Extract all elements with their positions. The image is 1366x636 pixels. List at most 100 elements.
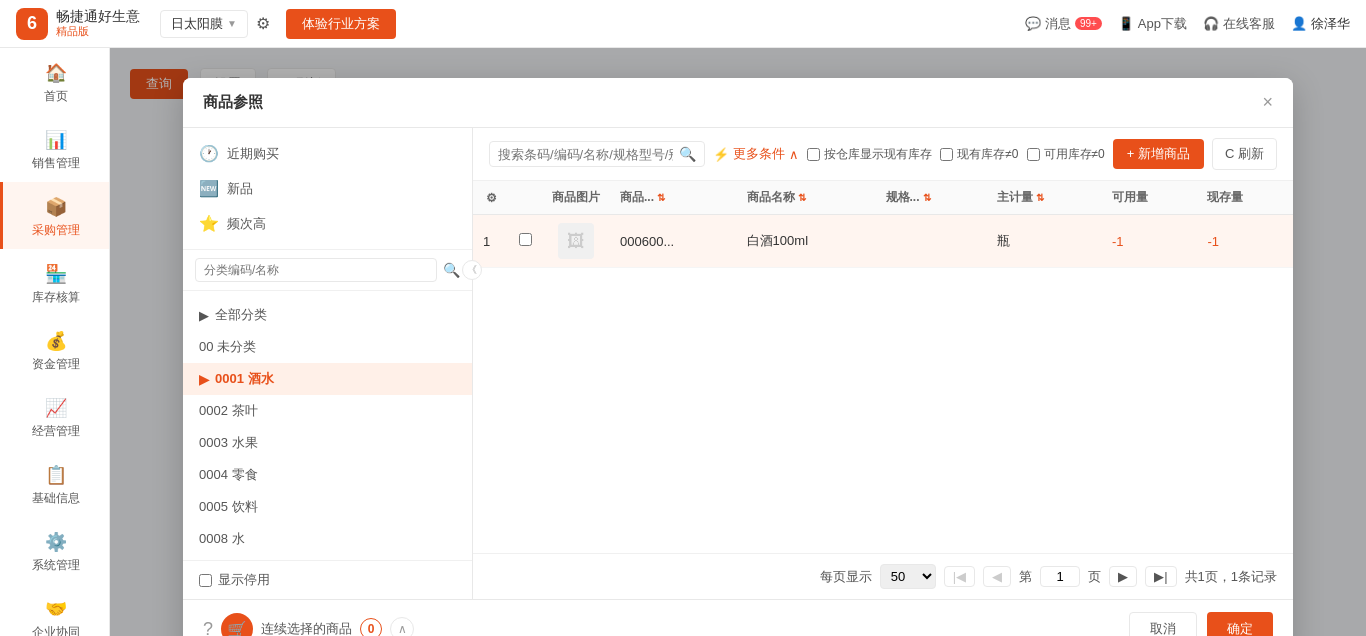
category-item-0[interactable]: 00 未分类 — [183, 331, 472, 363]
cancel-button[interactable]: 取消 — [1129, 612, 1197, 636]
brand-name: 畅捷通好生意 — [56, 8, 140, 25]
current-stock-checkbox[interactable] — [940, 148, 953, 161]
category-label-6: 0008 水 — [199, 530, 245, 548]
category-search-icon[interactable]: 🔍 — [443, 262, 460, 278]
filter-arrow-icon: ∧ — [789, 147, 799, 162]
per-page-select[interactable]: 50 100 200 — [880, 564, 936, 589]
logo: 6 畅捷通好生意 精品版 — [16, 8, 140, 40]
category-item-3[interactable]: 0003 水果 — [183, 427, 472, 459]
continuous-label: 连续选择的商品 — [261, 620, 352, 636]
page-label: 第 — [1019, 568, 1032, 586]
collapse-footer-button[interactable]: ∧ — [390, 617, 414, 636]
sidebar-item-system[interactable]: ⚙️ 系统管理 — [0, 517, 109, 584]
th-spec[interactable]: 规格... ⇅ — [876, 181, 988, 215]
logo-icon: 6 — [16, 8, 48, 40]
confirm-button[interactable]: 确定 — [1207, 612, 1273, 636]
available-stock-checkbox-label[interactable]: 可用库存≠0 — [1027, 146, 1105, 163]
prev-page-button[interactable]: ◀ — [983, 566, 1011, 587]
page-input[interactable] — [1040, 566, 1080, 587]
pagination: 每页显示 50 100 200 |◀ ◀ 第 页 ▶ — [473, 553, 1293, 599]
online-service-nav-item[interactable]: 🎧 在线客服 — [1203, 15, 1275, 33]
product-search-input[interactable] — [498, 147, 673, 162]
sidebar-item-purchase[interactable]: 📦 采购管理 — [0, 182, 109, 249]
sidebar-label-finance: 资金管理 — [32, 356, 80, 373]
sort-unit-icon: ⇅ — [1036, 192, 1044, 203]
continuous-count: 0 — [360, 618, 382, 636]
sidebar-item-management[interactable]: 📈 经营管理 — [0, 383, 109, 450]
td-available: -1 — [1102, 215, 1198, 268]
category-search: 🔍 — [183, 250, 472, 290]
avatar: 👤 — [1291, 16, 1307, 31]
help-icon[interactable]: ? — [203, 619, 213, 637]
home-icon: 🏠 — [45, 62, 67, 84]
settings-icon[interactable]: ⚙ — [256, 14, 270, 33]
panel-collapse-button[interactable]: 《 — [462, 260, 482, 280]
row-checkbox[interactable] — [519, 233, 532, 246]
category-label-0: 00 未分类 — [199, 338, 256, 356]
sidebar-item-home[interactable]: 🏠 首页 — [0, 48, 109, 115]
category-item-6[interactable]: 0008 水 — [183, 523, 472, 555]
category-label-2: 0002 茶叶 — [199, 402, 258, 420]
phone-icon: 📱 — [1118, 16, 1134, 31]
th-unit[interactable]: 主计量 ⇅ — [987, 181, 1102, 215]
sidebar-item-sales[interactable]: 📊 销售管理 — [0, 115, 109, 182]
category-item-5[interactable]: 0005 饮料 — [183, 491, 472, 523]
filter-button[interactable]: ⚡ 更多条件 ∧ — [713, 145, 799, 163]
sales-icon: 📊 — [45, 129, 67, 151]
warehouse-stock-checkbox-label[interactable]: 按仓库显示现有库存 — [807, 146, 932, 163]
td-name: 白酒100ml — [737, 215, 876, 268]
messages-nav-item[interactable]: 💬 消息 99+ — [1025, 15, 1102, 33]
available-stock-checkbox[interactable] — [1027, 148, 1040, 161]
sidebar-item-finance[interactable]: 💰 资金管理 — [0, 316, 109, 383]
modal-close-button[interactable]: × — [1262, 92, 1273, 113]
enterprise-icon: 🤝 — [45, 598, 67, 620]
th-code[interactable]: 商品... ⇅ — [610, 181, 737, 215]
right-panel: 🔍 ⚡ 更多条件 ∧ 按仓库显示现有库存 — [473, 128, 1293, 599]
td-checkbox[interactable] — [509, 215, 542, 268]
current-stock-checkbox-label[interactable]: 现有库存≠0 — [940, 146, 1018, 163]
category-item-2[interactable]: 0002 茶叶 — [183, 395, 472, 427]
sidebar-item-enterprise[interactable]: 🤝 企业协同 — [0, 584, 109, 636]
sidebar-item-basic[interactable]: 📋 基础信息 — [0, 450, 109, 517]
warehouse-stock-checkbox[interactable] — [807, 148, 820, 161]
modal-title: 商品参照 — [203, 93, 263, 112]
store-selector[interactable]: 日太阳膜 ▼ — [160, 10, 248, 38]
nav-recent-purchase[interactable]: 🕐 近期购买 — [183, 136, 472, 171]
modal-body: 🕐 近期购买 🆕 新品 ⭐ 频次高 — [183, 128, 1293, 599]
messages-label: 消息 — [1045, 15, 1071, 33]
sort-code-icon: ⇅ — [657, 192, 665, 203]
show-disabled-label: 显示停用 — [218, 571, 270, 589]
product-table-wrap: ⚙ 商品图片 商品... ⇅ 商品名称 — [473, 181, 1293, 553]
app-download-nav-item[interactable]: 📱 App下载 — [1118, 15, 1187, 33]
clock-icon: 🕐 — [199, 144, 219, 163]
sidebar-label-enterprise: 企业协同 — [32, 624, 80, 636]
category-item-1[interactable]: ▶ 0001 酒水 — [183, 363, 472, 395]
next-page-button[interactable]: ▶ — [1109, 566, 1137, 587]
sidebar-label-management: 经营管理 — [32, 423, 80, 440]
category-item-all[interactable]: ▶ 全部分类 — [183, 299, 472, 331]
first-page-button[interactable]: |◀ — [944, 566, 975, 587]
left-panel: 🕐 近期购买 🆕 新品 ⭐ 频次高 — [183, 128, 473, 599]
cart-button[interactable]: 🛒 — [221, 613, 253, 636]
last-page-button[interactable]: ▶| — [1145, 566, 1176, 587]
sidebar-item-inventory[interactable]: 🏪 库存核算 — [0, 249, 109, 316]
show-disabled-checkbox[interactable] — [199, 574, 212, 587]
product-search-wrap: 🔍 — [489, 141, 705, 167]
nav-high-frequency[interactable]: ⭐ 频次高 — [183, 206, 472, 241]
sidebar-label-inventory: 库存核算 — [32, 289, 80, 306]
nav-new-products[interactable]: 🆕 新品 — [183, 171, 472, 206]
product-search-icon[interactable]: 🔍 — [679, 146, 696, 162]
category-search-input[interactable] — [195, 258, 437, 282]
user-nav-item[interactable]: 👤 徐泽华 — [1291, 15, 1350, 33]
finance-icon: 💰 — [45, 330, 67, 352]
add-product-button[interactable]: + 新增商品 — [1113, 139, 1204, 169]
table-row[interactable]: 1 🖼 000600... 白酒100ml — [473, 215, 1293, 268]
th-settings[interactable]: ⚙ — [473, 181, 509, 215]
th-name[interactable]: 商品名称 ⇅ — [737, 181, 876, 215]
experience-button[interactable]: 体验行业方案 — [286, 9, 396, 39]
refresh-button[interactable]: C 刷新 — [1212, 138, 1277, 170]
category-item-4[interactable]: 0004 零食 — [183, 459, 472, 491]
filter-icon: ⚡ — [713, 147, 729, 162]
filter-label: 更多条件 — [733, 145, 785, 163]
th-checkbox — [509, 181, 542, 215]
